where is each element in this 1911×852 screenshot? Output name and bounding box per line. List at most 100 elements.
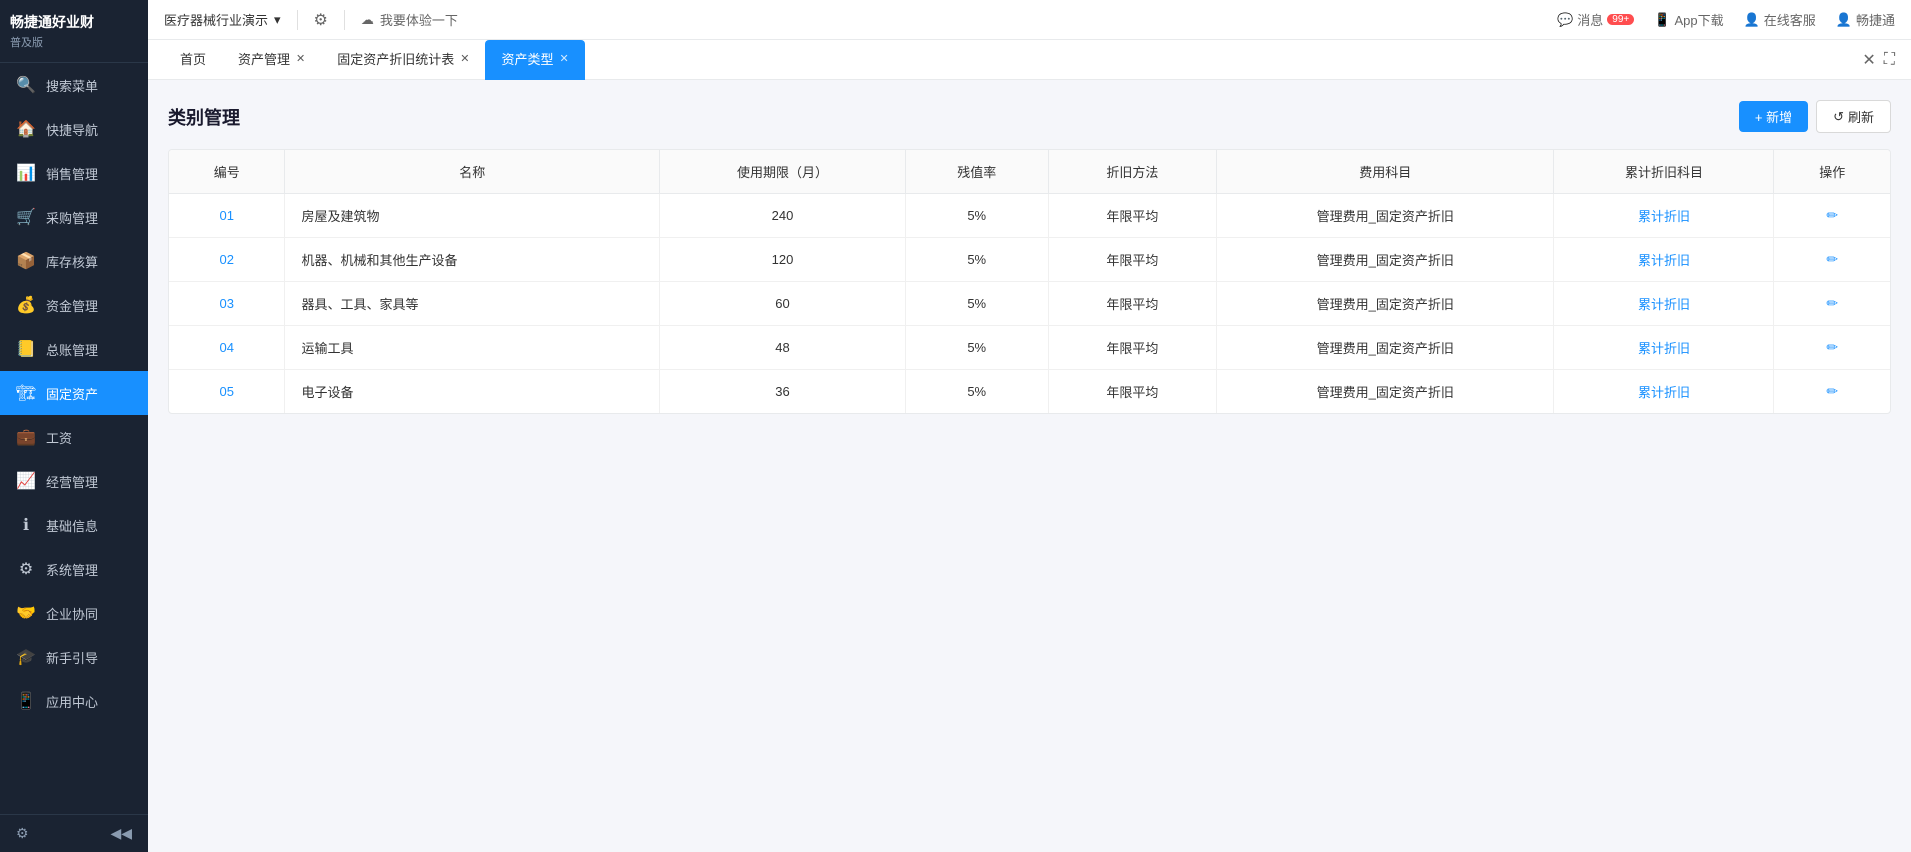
customer-service-button[interactable]: 👤 在线客服: [1744, 10, 1816, 29]
row-id-link[interactable]: 04: [220, 340, 234, 355]
message-icon: 💬: [1557, 12, 1573, 28]
page-actions: + 新增 ↺ 刷新: [1739, 100, 1891, 133]
sidebar-item-inventory[interactable]: 📦 库存核算: [0, 239, 148, 283]
accumulated-link[interactable]: 累计折旧: [1638, 341, 1690, 356]
sidebar-item-appstore[interactable]: 📱 应用中心: [0, 679, 148, 723]
purchase-icon: 🛒: [16, 207, 36, 227]
topbar: 医疗器械行业演示 ▾ ⚙ ☁ 我要体验一下 💬 消息 99+ 📱 App下载 👤…: [148, 0, 1911, 40]
sidebar-item-operations[interactable]: 📈 经营管理: [0, 459, 148, 503]
sidebar-item-basic[interactable]: ℹ 基础信息: [0, 503, 148, 547]
table-row: 01 房屋及建筑物 240 5% 年限平均 管理费用_固定资产折旧 累计折旧 ✏: [169, 194, 1890, 238]
cell-period: 60: [660, 282, 906, 326]
sidebar-item-label-appstore: 应用中心: [46, 692, 98, 711]
basic-icon: ℹ: [16, 515, 36, 535]
tab-home[interactable]: 首页: [164, 40, 222, 80]
edit-button[interactable]: ✏: [1826, 295, 1838, 311]
cell-id: 03: [169, 282, 285, 326]
cell-residual: 5%: [905, 370, 1048, 414]
cell-method: 年限平均: [1048, 238, 1216, 282]
topbar-right: 💬 消息 99+ 📱 App下载 👤 在线客服 👤 畅捷通: [1557, 10, 1895, 29]
tab-asset-management[interactable]: 资产管理 ✕: [222, 40, 321, 80]
cell-method: 年限平均: [1048, 326, 1216, 370]
sidebar-item-enterprise[interactable]: 🤝 企业协同: [0, 591, 148, 635]
cell-expense: 管理费用_固定资产折旧: [1217, 370, 1554, 414]
message-button[interactable]: 💬 消息 99+: [1557, 10, 1634, 29]
sales-icon: 📊: [16, 163, 36, 183]
sidebar-item-label-fixedassets: 固定资产: [46, 384, 98, 403]
col-header-method: 折旧方法: [1048, 150, 1216, 194]
edit-button[interactable]: ✏: [1826, 207, 1838, 223]
row-id-link[interactable]: 05: [220, 384, 234, 399]
sidebar-item-label-search: 搜索菜单: [46, 76, 98, 95]
user-account-button[interactable]: 👤 畅捷通: [1836, 10, 1895, 29]
cell-id: 02: [169, 238, 285, 282]
inventory-icon: 📦: [16, 251, 36, 271]
row-id-link[interactable]: 01: [220, 208, 234, 223]
col-header-expense: 费用科目: [1217, 150, 1554, 194]
sidebar-item-label-quicknav: 快捷导航: [46, 120, 98, 139]
sidebar-item-fixedassets[interactable]: 🏗 固定资产: [0, 371, 148, 415]
row-id-link[interactable]: 03: [220, 296, 234, 311]
cell-actions: ✏: [1774, 282, 1890, 326]
cell-period: 120: [660, 238, 906, 282]
new-button[interactable]: + 新增: [1739, 101, 1808, 132]
cell-method: 年限平均: [1048, 194, 1216, 238]
col-header-id: 编号: [169, 150, 285, 194]
page-content: 类别管理 + 新增 ↺ 刷新 编号 名称 使用期限（月） 残值率 折旧方法: [148, 80, 1911, 852]
sidebar-item-ledger[interactable]: 📒 总账管理: [0, 327, 148, 371]
table-row: 05 电子设备 36 5% 年限平均 管理费用_固定资产折旧 累计折旧 ✏: [169, 370, 1890, 414]
accumulated-link[interactable]: 累计折旧: [1638, 385, 1690, 400]
cell-name: 房屋及建筑物: [285, 194, 660, 238]
sidebar-item-purchase[interactable]: 🛒 采购管理: [0, 195, 148, 239]
tab-asset-type-close[interactable]: ✕: [560, 52, 569, 65]
accumulated-link[interactable]: 累计折旧: [1638, 253, 1690, 268]
tab-depreciation-report-close[interactable]: ✕: [460, 52, 469, 65]
cell-residual: 5%: [905, 282, 1048, 326]
tab-asset-type[interactable]: 资产类型 ✕: [485, 40, 584, 80]
topbar-settings-icon[interactable]: ⚙: [314, 10, 328, 30]
settings-footer-icon[interactable]: ⚙: [16, 825, 29, 842]
cell-accumulated: 累计折旧: [1554, 282, 1774, 326]
edit-button[interactable]: ✏: [1826, 251, 1838, 267]
cell-method: 年限平均: [1048, 282, 1216, 326]
sidebar-item-label-capital: 资金管理: [46, 296, 98, 315]
message-badge: 99+: [1607, 14, 1634, 25]
sidebar-item-system[interactable]: ⚙ 系统管理: [0, 547, 148, 591]
refresh-button[interactable]: ↺ 刷新: [1816, 100, 1891, 133]
user-icon: 👤: [1836, 12, 1852, 28]
table-row: 02 机器、机械和其他生产设备 120 5% 年限平均 管理费用_固定资产折旧 …: [169, 238, 1890, 282]
sidebar-item-salary[interactable]: 💼 工资: [0, 415, 148, 459]
tab-maximize-button[interactable]: ⛶: [1884, 51, 1895, 69]
col-header-name: 名称: [285, 150, 660, 194]
tab-close-window-button[interactable]: ✕: [1862, 50, 1875, 70]
accumulated-link[interactable]: 累计折旧: [1638, 209, 1690, 224]
sidebar-item-newbie[interactable]: 🎓 新手引导: [0, 635, 148, 679]
cell-expense: 管理费用_固定资产折旧: [1217, 282, 1554, 326]
cell-id: 01: [169, 194, 285, 238]
table-row: 03 器具、工具、家具等 60 5% 年限平均 管理费用_固定资产折旧 累计折旧…: [169, 282, 1890, 326]
accumulated-link[interactable]: 累计折旧: [1638, 297, 1690, 312]
app-download-button[interactable]: 📱 App下载: [1654, 10, 1723, 29]
salary-icon: 💼: [16, 427, 36, 447]
quicknav-icon: 🏠: [16, 119, 36, 139]
row-id-link[interactable]: 02: [220, 252, 234, 267]
topbar-divider-1: [297, 10, 298, 30]
tab-asset-management-close[interactable]: ✕: [296, 52, 305, 65]
enterprise-icon: 🤝: [16, 603, 36, 623]
col-header-residual: 残值率: [905, 150, 1048, 194]
experience-button[interactable]: ☁ 我要体验一下: [361, 10, 458, 29]
col-header-accumulated: 累计折旧科目: [1554, 150, 1774, 194]
collapse-sidebar-button[interactable]: ◀◀: [110, 825, 132, 842]
tab-depreciation-report[interactable]: 固定资产折旧统计表 ✕: [321, 40, 485, 80]
sidebar-item-sales[interactable]: 📊 销售管理: [0, 151, 148, 195]
phone-icon: 📱: [1654, 12, 1670, 28]
edit-button[interactable]: ✏: [1826, 383, 1838, 399]
sidebar-item-search[interactable]: 🔍 搜索菜单: [0, 63, 148, 107]
edit-button[interactable]: ✏: [1826, 339, 1838, 355]
sidebar-item-capital[interactable]: 💰 资金管理: [0, 283, 148, 327]
sidebar-item-quicknav[interactable]: 🏠 快捷导航: [0, 107, 148, 151]
company-selector[interactable]: 医疗器械行业演示 ▾: [164, 10, 281, 29]
cell-residual: 5%: [905, 238, 1048, 282]
cell-expense: 管理费用_固定资产折旧: [1217, 194, 1554, 238]
cell-actions: ✏: [1774, 238, 1890, 282]
